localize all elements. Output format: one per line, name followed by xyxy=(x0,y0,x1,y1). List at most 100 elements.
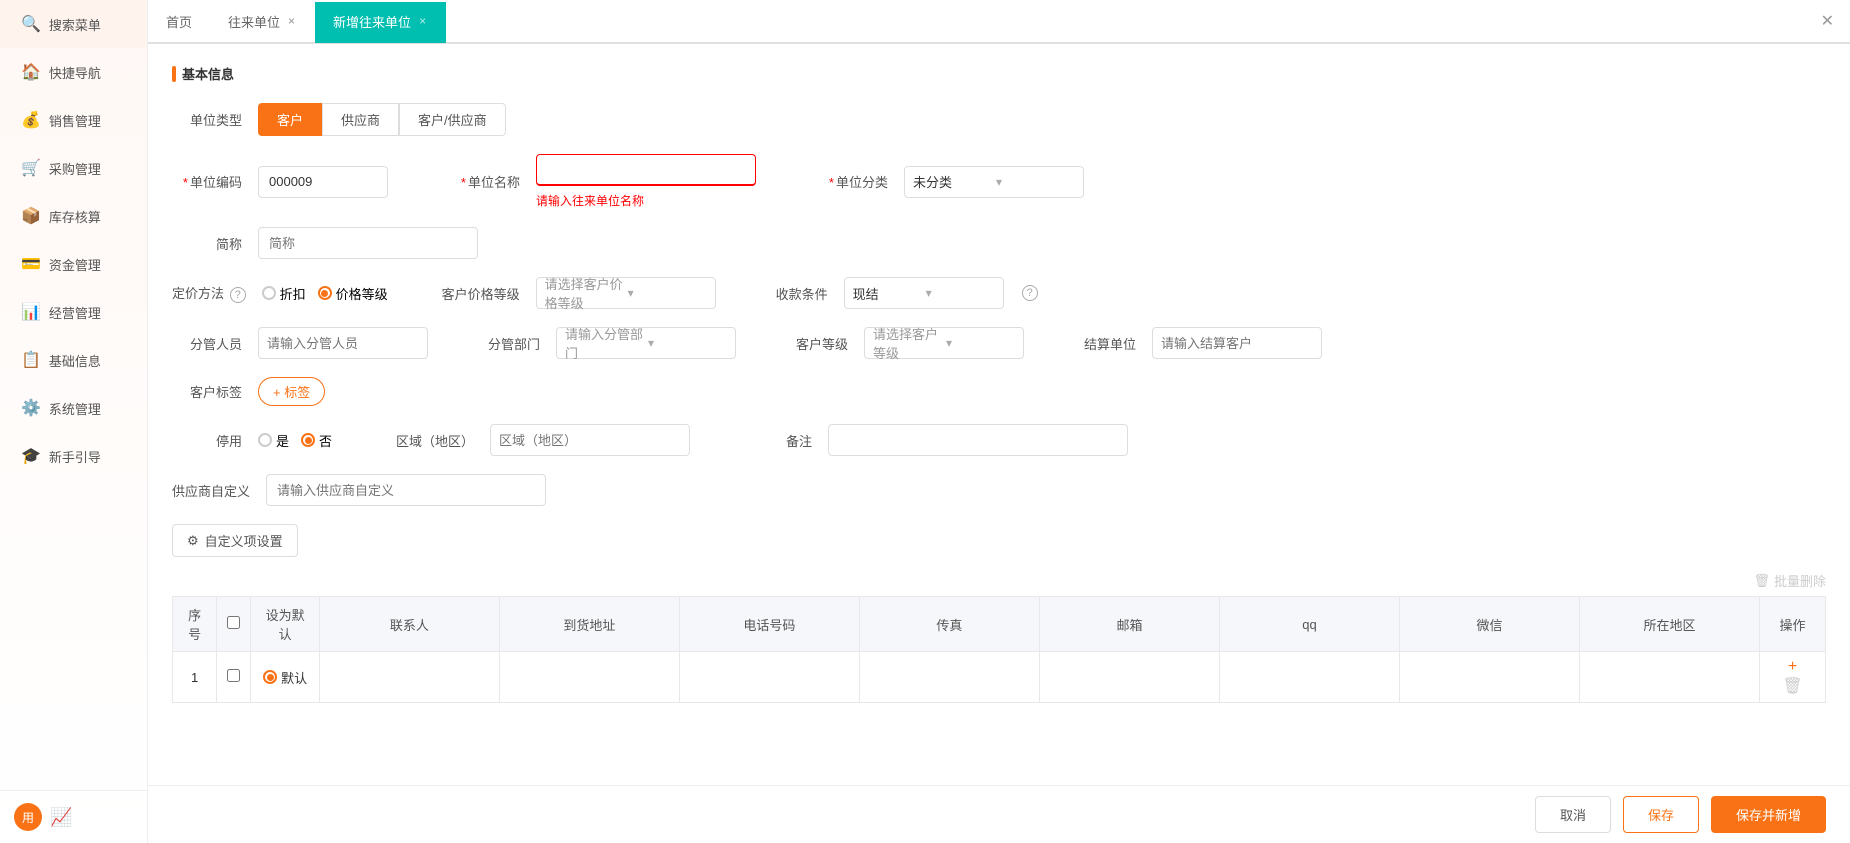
customer-level-label: 客户等级 xyxy=(788,334,848,353)
customer-level-select[interactable]: 请选择客户等级 ▾ xyxy=(864,327,1024,359)
unit-name-field-group: 请输入往来单位名称 xyxy=(536,154,756,209)
content-area: 基本信息 单位类型 客户 供应商 客户/供应商 *单位编码 *单位名称 请输入往… xyxy=(148,44,1850,843)
manager-label: 分管人员 xyxy=(172,334,242,353)
basic-info-icon: 📋 xyxy=(21,350,41,370)
row-region xyxy=(1579,652,1759,703)
th-qq: qq xyxy=(1219,597,1399,652)
save-button[interactable]: 保存 xyxy=(1623,796,1699,833)
disable-circle-yes xyxy=(258,433,272,447)
pricing-radio-discount[interactable]: 折扣 xyxy=(262,284,306,303)
sidebar-item-tutorial[interactable]: 🎓 新手引导 xyxy=(0,432,147,480)
pricing-discount-label: 折扣 xyxy=(280,284,306,303)
row-qq-input[interactable] xyxy=(1230,661,1389,693)
custom-settings-button[interactable]: ⚙ 自定义项设置 xyxy=(172,524,298,557)
row-select-checkbox[interactable] xyxy=(227,669,240,682)
tab-home[interactable]: 首页 xyxy=(148,2,210,43)
sidebar-item-tutorial-label: 新手引导 xyxy=(49,447,101,466)
abbrev-input[interactable] xyxy=(258,227,478,259)
disable-radio-yes[interactable]: 是 xyxy=(258,431,289,450)
finance-icon: 💳 xyxy=(21,254,41,274)
tab-new-contact-close[interactable]: × xyxy=(417,14,428,28)
region-dots-btn[interactable]: ··· xyxy=(683,432,690,448)
payment-terms-label: 收款条件 xyxy=(768,284,828,303)
sidebar-item-basic-info[interactable]: 📋 基础信息 xyxy=(0,336,147,384)
gear-icon: ⚙ xyxy=(187,533,199,549)
payment-terms-help-icon[interactable]: ? xyxy=(1022,285,1038,301)
cancel-button[interactable]: 取消 xyxy=(1535,796,1611,833)
disable-yes-label: 是 xyxy=(276,431,289,450)
row-contact-input[interactable] xyxy=(330,661,489,693)
disable-radio-no[interactable]: 否 xyxy=(301,431,332,450)
remark-input[interactable] xyxy=(828,424,1128,456)
add-tag-button[interactable]: + 标签 xyxy=(258,377,325,406)
pricing-help-icon[interactable]: ? xyxy=(230,287,246,303)
th-region: 所在地区 xyxy=(1579,597,1759,652)
unit-type-supplier[interactable]: 供应商 xyxy=(322,103,399,136)
th-operation: 操作 xyxy=(1760,597,1826,652)
unit-name-input[interactable] xyxy=(536,154,756,186)
sidebar: 🔍 搜索菜单 🏠 快捷导航 💰 销售管理 🛒 采购管理 📦 库存核算 💳 资金管… xyxy=(0,0,148,843)
pricing-level-label: 价格等级 xyxy=(336,284,388,303)
sidebar-item-system[interactable]: ⚙️ 系统管理 xyxy=(0,384,147,432)
sidebar-item-search[interactable]: 🔍 搜索菜单 xyxy=(0,0,147,48)
dept-chevron: ▾ xyxy=(648,336,727,350)
batch-delete-label[interactable]: 批量删除 xyxy=(1774,571,1826,590)
pricing-radio-group: 折扣 价格等级 xyxy=(262,284,388,303)
system-icon: ⚙️ xyxy=(21,398,41,418)
row-region-input[interactable] xyxy=(1590,661,1749,693)
region-input[interactable] xyxy=(491,425,683,455)
search-icon: 🔍 xyxy=(21,14,41,34)
unit-type-customer[interactable]: 客户 xyxy=(258,103,322,136)
pricing-radio-level[interactable]: 价格等级 xyxy=(318,284,388,303)
sidebar-item-finance[interactable]: 💳 资金管理 xyxy=(0,240,147,288)
disable-circle-no xyxy=(301,433,315,447)
row-wechat-input[interactable] xyxy=(1410,661,1569,693)
supplier-custom-input[interactable] xyxy=(266,474,546,506)
sidebar-item-sales[interactable]: 💰 销售管理 xyxy=(0,96,147,144)
row-address-input[interactable] xyxy=(510,661,669,693)
row-default-radio[interactable]: 默认 xyxy=(261,668,309,687)
customer-price-level-label: 客户价格等级 xyxy=(440,284,520,303)
unit-category-value: 未分类 xyxy=(913,172,992,191)
dept-select[interactable]: 请输入分管部门 ▾ xyxy=(556,327,736,359)
avatar: 用 xyxy=(14,803,42,831)
unit-type-both[interactable]: 客户/供应商 xyxy=(399,103,506,136)
row-phone-input[interactable] xyxy=(690,661,849,693)
customer-price-level-select[interactable]: 请选择客户价格等级 ▾ xyxy=(536,277,716,309)
settlement-unit-input[interactable] xyxy=(1153,328,1322,358)
custom-settings-label: 自定义项设置 xyxy=(205,531,283,550)
unit-code-input[interactable] xyxy=(258,166,388,198)
sidebar-item-purchase[interactable]: 🛒 采购管理 xyxy=(0,144,147,192)
unit-code-label: *单位编码 xyxy=(172,172,242,191)
table-select-all[interactable] xyxy=(227,616,240,629)
manager-input[interactable] xyxy=(259,328,428,358)
tab-new-contact-label: 新增往来单位 xyxy=(333,12,411,31)
sidebar-item-operations[interactable]: 📊 经营管理 xyxy=(0,288,147,336)
title-bar-icon xyxy=(172,66,176,82)
unit-type-label: 单位类型 xyxy=(172,110,242,129)
save-new-button[interactable]: 保存并新增 xyxy=(1711,796,1826,833)
sidebar-item-inventory-label: 库存核算 xyxy=(49,207,101,226)
sidebar-item-inventory[interactable]: 📦 库存核算 xyxy=(0,192,147,240)
customer-level-placeholder: 请选择客户等级 xyxy=(873,324,942,362)
tab-contacts-close[interactable]: × xyxy=(286,14,297,28)
unit-category-select[interactable]: 未分类 ▾ xyxy=(904,166,1084,198)
add-row-button[interactable]: + xyxy=(1784,658,1801,676)
row-fax-input[interactable] xyxy=(870,661,1029,693)
region-input-wrap: ··· xyxy=(490,424,690,456)
th-default: 设为默认 xyxy=(251,597,320,652)
unit-info-row: *单位编码 *单位名称 请输入往来单位名称 *单位分类 未分类 ▾ xyxy=(172,154,1826,209)
unit-type-row: 单位类型 客户 供应商 客户/供应商 xyxy=(172,103,1826,136)
tab-new-contact[interactable]: 新增往来单位 × xyxy=(315,2,446,43)
row-address xyxy=(499,652,679,703)
delete-row-button[interactable]: 🗑 xyxy=(1778,676,1806,696)
manager-input-wrap: ··· xyxy=(258,327,428,359)
table-row: 1 默认 xyxy=(173,652,1826,703)
th-address: 到货地址 xyxy=(499,597,679,652)
tab-contacts[interactable]: 往来单位 × xyxy=(210,2,315,43)
main-close-button[interactable]: ✕ xyxy=(1805,1,1850,41)
sidebar-item-nav[interactable]: 🏠 快捷导航 xyxy=(0,48,147,96)
row-email-input[interactable] xyxy=(1050,661,1209,693)
sidebar-item-purchase-label: 采购管理 xyxy=(49,159,101,178)
payment-terms-select[interactable]: 现结 ▾ xyxy=(844,277,1004,309)
